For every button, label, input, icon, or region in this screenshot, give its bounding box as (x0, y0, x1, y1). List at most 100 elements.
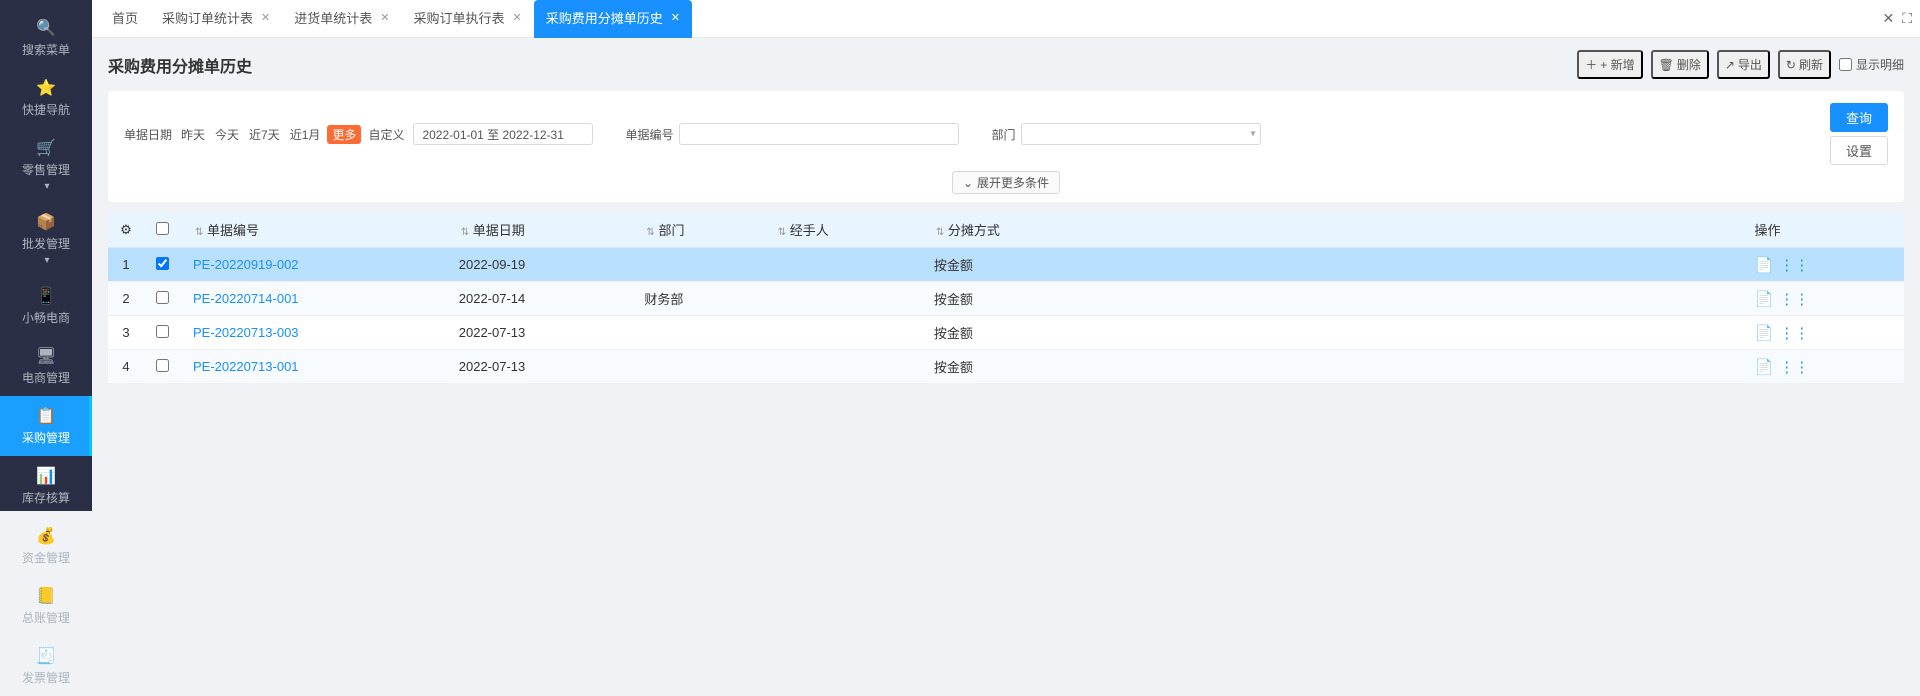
sidebar-item-label: 搜索菜单 (4, 41, 88, 58)
sidebar-item-mini[interactable]: 📱 小畅电商 (0, 276, 92, 336)
tab-home[interactable]: 首页 (100, 0, 150, 38)
date-range-input[interactable] (413, 123, 593, 145)
chevron-down-icon: ▾ (44, 255, 49, 266)
row-handler (764, 248, 922, 282)
date-field: 单据日期 昨天 今天 近7天 近1月 更多 自定义 (124, 123, 593, 145)
data-table-wrap: ⚙ ⇅ 单据编号 ⇅ 单据日期 (108, 212, 1904, 384)
sidebar-item-retail[interactable]: 🛒 零售管理 ▾ (0, 128, 92, 202)
tab-inbound-stat[interactable]: 进货单统计表 ✕ (282, 0, 401, 38)
doc-no-link[interactable]: PE-20220714-001 (193, 291, 299, 306)
tab-purchase-cost-history[interactable]: 采购费用分摊单历史 ✕ (534, 0, 692, 38)
edit-icon[interactable]: 📄 (1755, 256, 1774, 274)
tab-label: 采购订单执行表 (413, 8, 504, 27)
row-checkbox[interactable] (156, 257, 169, 270)
sidebar-item-invoice[interactable]: 🧾 发票管理 (0, 636, 92, 696)
tab-close-icon[interactable]: ✕ (380, 11, 389, 24)
invoice-icon: 🧾 (4, 646, 88, 666)
add-label: + 新增 (1600, 56, 1634, 73)
sidebar-item-label: 零售管理 (4, 161, 88, 178)
doc-no-link[interactable]: PE-20220713-003 (193, 325, 299, 340)
doc-no-link[interactable]: PE-20220919-002 (193, 257, 299, 272)
inventory-icon: 📊 (4, 466, 88, 486)
row-checkbox-cell (144, 316, 181, 350)
tab-purchase-order-exec[interactable]: 采购订单执行表 ✕ (401, 0, 533, 38)
table-row: 1 PE-20220919-002 2022-09-19 按金额 📄 ⋮⋮ (108, 248, 1904, 282)
row-checkbox[interactable] (156, 359, 169, 372)
query-button[interactable]: 查询 (1830, 103, 1888, 132)
tab-purchase-order-stat[interactable]: 采购订单统计表 ✕ (150, 0, 282, 38)
edit-icon[interactable]: 📄 (1755, 324, 1774, 342)
edit-icon[interactable]: 📄 (1755, 290, 1774, 308)
col-dept: ⇅ 部门 (632, 212, 763, 248)
search-panel: 单据日期 昨天 今天 近7天 近1月 更多 自定义 单据编号 (108, 91, 1904, 202)
settings-button[interactable]: 设置 (1830, 136, 1888, 165)
doc-no-field: 单据编号 (625, 123, 959, 145)
edit-icon[interactable]: 📄 (1755, 358, 1774, 376)
date-label: 单据日期 (124, 126, 172, 143)
shortcut-7days[interactable]: 近7天 (246, 125, 283, 144)
tab-label: 进货单统计表 (294, 8, 372, 27)
sidebar-item-inventory[interactable]: 📊 库存核算 (0, 456, 92, 516)
delete-button[interactable]: 🗑 删除 (1651, 50, 1709, 79)
shortcut-1month[interactable]: 近1月 (287, 125, 324, 144)
shortcut-today[interactable]: 今天 (212, 125, 242, 144)
page-header: 采购费用分摊单历史 ＋ + 新增 🗑 删除 ↗ 导出 ↻ 刷新 (108, 50, 1904, 79)
more-icon[interactable]: ⋮⋮ (1779, 256, 1809, 274)
show-cols-checkbox[interactable] (1839, 58, 1852, 71)
sort-icon: ⇅ (646, 227, 654, 238)
col-date-label: 单据日期 (473, 223, 525, 238)
settings-icon[interactable]: ⚙ (120, 222, 132, 237)
refresh-icon: ↻ (1786, 58, 1796, 72)
col-handler-label: 经手人 (790, 223, 829, 238)
sidebar-item-finance[interactable]: 💰 资金管理 (0, 516, 92, 576)
search-icon: 🔍 (4, 18, 88, 38)
add-button[interactable]: ＋ + 新增 (1577, 50, 1642, 79)
more-icon[interactable]: ⋮⋮ (1779, 290, 1809, 308)
dept-field: 部门 (991, 123, 1261, 145)
col-doc-no: ⇅ 单据编号 (181, 212, 447, 248)
sidebar-item-quicknav[interactable]: ⭐ 快捷导航 (0, 68, 92, 128)
doc-no-link[interactable]: PE-20220713-001 (193, 359, 299, 374)
row-checkbox[interactable] (156, 325, 169, 338)
mini-icon: 📱 (4, 286, 88, 306)
sidebar-item-search[interactable]: 🔍 搜索菜单 (0, 8, 92, 68)
finance-icon: 💰 (4, 526, 88, 546)
close-window-icon[interactable]: ✕ (1882, 10, 1894, 27)
row-handler (764, 350, 922, 384)
page-content: 采购费用分摊单历史 ＋ + 新增 🗑 删除 ↗ 导出 ↻ 刷新 (92, 38, 1920, 511)
more-icon[interactable]: ⋮⋮ (1779, 324, 1809, 342)
retail-icon: 🛒 (4, 138, 88, 158)
shortcut-custom[interactable]: 自定义 (365, 125, 407, 144)
sidebar-item-label: 资金管理 (4, 549, 88, 566)
sidebar-item-wholesale[interactable]: 📦 批发管理 ▾ (0, 202, 92, 276)
row-doc-no: PE-20220919-002 (181, 248, 447, 282)
dept-input[interactable] (1021, 123, 1261, 145)
more-icon[interactable]: ⋮⋮ (1779, 358, 1809, 376)
maximize-icon[interactable]: ⛶ (1902, 10, 1912, 27)
sidebar-item-ledger[interactable]: 📒 总账管理 (0, 576, 92, 636)
row-checkbox[interactable] (156, 291, 169, 304)
row-date: 2022-07-13 (447, 316, 633, 350)
expand-more-button[interactable]: ⌄ 展开更多条件 (952, 171, 1060, 194)
export-label: 导出 (1738, 56, 1762, 73)
tab-close-icon[interactable]: ✕ (513, 11, 522, 24)
row-checkbox-cell (144, 350, 181, 384)
tab-close-icon[interactable]: ✕ (671, 11, 680, 24)
export-button[interactable]: ↗ 导出 (1717, 50, 1770, 79)
doc-no-input[interactable] (679, 123, 959, 145)
main-area: 首页 采购订单统计表 ✕ 进货单统计表 ✕ 采购订单执行表 ✕ 采购费用分摊单历… (92, 0, 1920, 511)
row-doc-no: PE-20220714-001 (181, 282, 447, 316)
sidebar-item-purchase[interactable]: 📋 采购管理 (0, 396, 92, 456)
shortcut-more[interactable]: 更多 (327, 125, 361, 144)
refresh-button[interactable]: ↻ 刷新 (1778, 50, 1831, 79)
row-handler (764, 282, 922, 316)
shortcut-yesterday[interactable]: 昨天 (178, 125, 208, 144)
sort-icon: ⇅ (936, 227, 944, 238)
delete-icon: 🗑 (1659, 58, 1674, 72)
table-row: 2 PE-20220714-001 2022-07-14 财务部 按金额 📄 ⋮… (108, 282, 1904, 316)
sidebar-item-ecommerce[interactable]: 🖥 电商管理 (0, 336, 92, 396)
col-checkbox (144, 212, 181, 248)
select-all-checkbox[interactable] (156, 222, 169, 235)
tab-close-icon[interactable]: ✕ (261, 11, 270, 24)
row-dept (632, 350, 763, 384)
